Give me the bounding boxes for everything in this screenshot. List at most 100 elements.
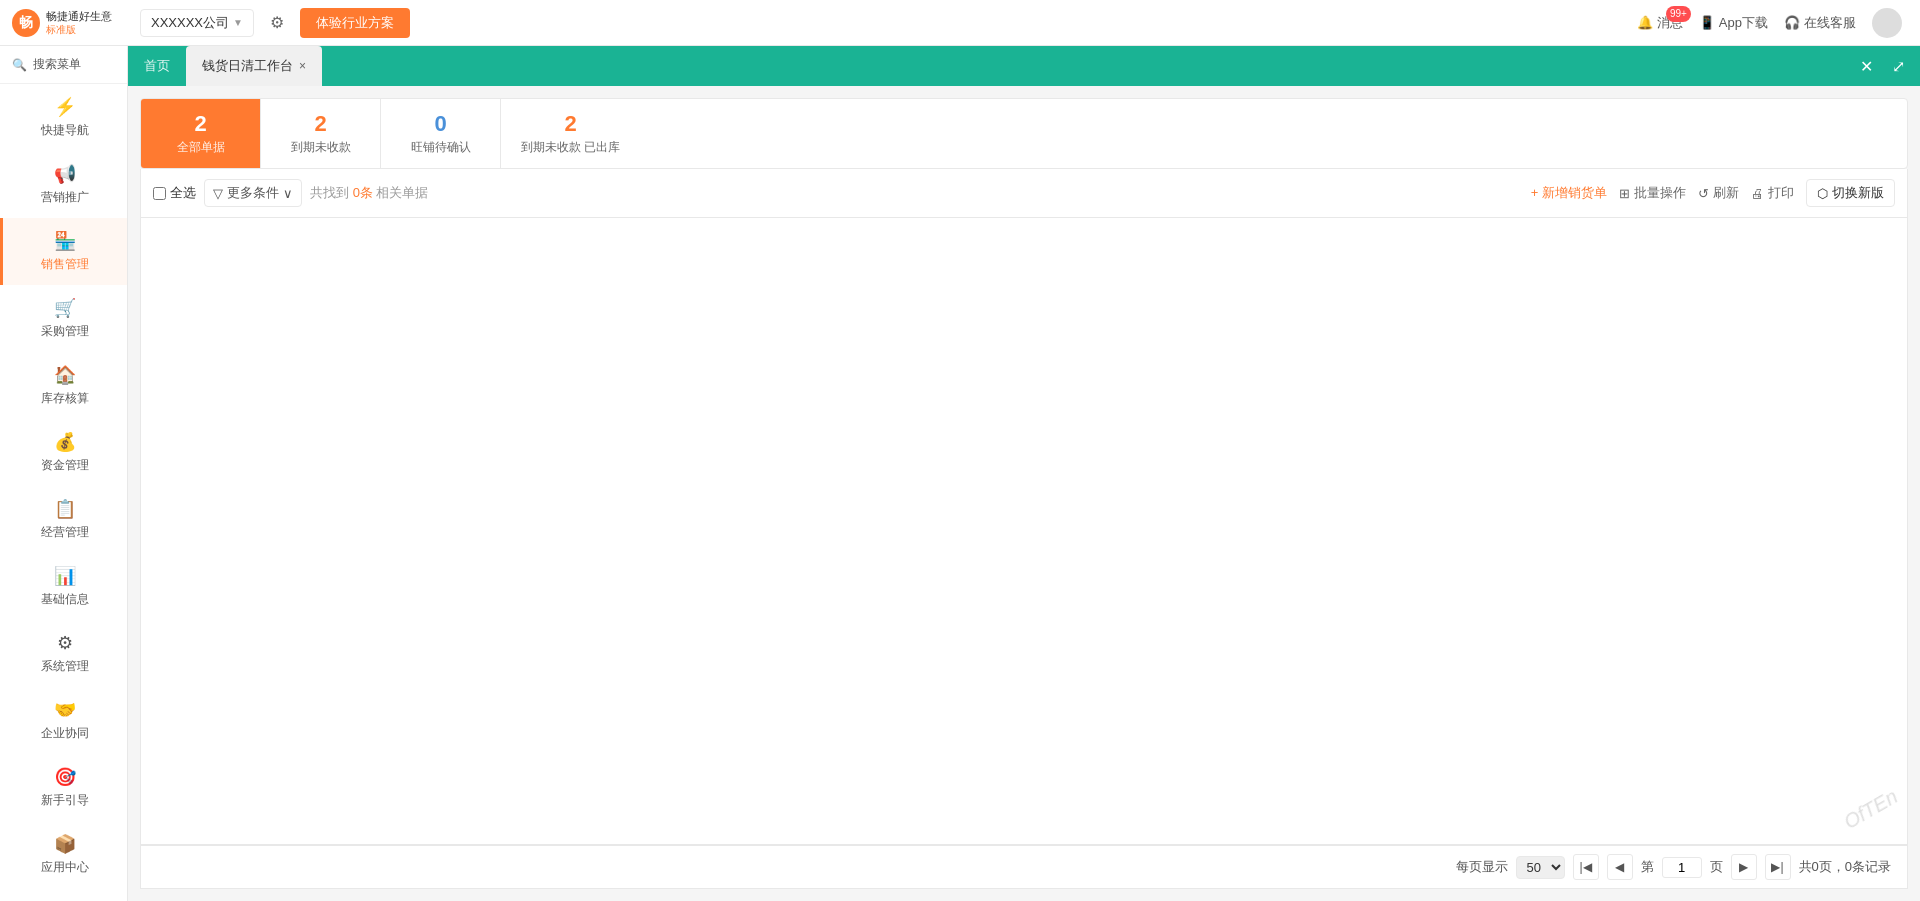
finance-label: 资金管理 xyxy=(41,457,89,474)
sidebar-item-marketing[interactable]: 📢 营销推广 xyxy=(0,151,127,218)
tab-home-label: 首页 xyxy=(144,57,170,75)
sales-icon: 🏪 xyxy=(54,230,76,252)
batch-operation-btn[interactable]: ⊞ 批量操作 xyxy=(1619,184,1686,202)
page-suffix: 页 xyxy=(1710,858,1723,876)
page-input[interactable] xyxy=(1662,857,1702,878)
stat-label-pending: 旺铺待确认 xyxy=(401,139,480,156)
stats-tabs: 2 全部单据 2 到期未收款 0 旺铺待确认 2 到期未收款 已出库 xyxy=(140,98,1908,169)
company-name: XXXXXX公司 xyxy=(151,14,229,32)
sidebar-item-operation[interactable]: 📋 经营管理 xyxy=(0,486,127,553)
inventory-label: 库存核算 xyxy=(41,390,89,407)
sidebar-item-basic-info[interactable]: 📊 基础信息 xyxy=(0,553,127,620)
basic-info-icon: 📊 xyxy=(54,565,76,587)
tab-expand-btn[interactable]: ⤢ xyxy=(1884,52,1912,80)
logo-area: 畅 畅捷通好生意 标准版 xyxy=(12,9,132,37)
next-page-btn[interactable]: ▶ xyxy=(1731,854,1757,880)
sidebar-item-purchase[interactable]: 🛒 采购管理 xyxy=(0,285,127,352)
stat-tab-pending[interactable]: 0 旺铺待确认 xyxy=(381,99,501,168)
apps-label: 应用中心 xyxy=(41,859,89,876)
switch-new-version-btn[interactable]: ⬡ 切换新版 xyxy=(1806,179,1895,207)
last-page-btn[interactable]: ▶| xyxy=(1765,854,1791,880)
system-label: 系统管理 xyxy=(41,658,89,675)
found-prefix: 共找到 xyxy=(310,185,349,200)
app-download-btn[interactable]: 📱 App下载 xyxy=(1699,14,1768,32)
service-icon: 🎧 xyxy=(1784,15,1800,30)
sidebar-item-wechat[interactable]: 💬 企业微信 xyxy=(0,888,127,901)
marketing-label: 营销推广 xyxy=(41,189,89,206)
page-size-select[interactable]: 50 xyxy=(1516,856,1565,879)
sidebar-item-system[interactable]: ⚙ 系统管理 xyxy=(0,620,127,687)
print-btn[interactable]: 🖨 打印 xyxy=(1751,184,1794,202)
stat-count-shipped: 2 xyxy=(521,111,620,137)
found-count: 0条 xyxy=(353,185,373,200)
print-icon: 🖨 xyxy=(1751,186,1764,201)
online-service-label: 在线客服 xyxy=(1804,14,1856,32)
select-all-checkbox[interactable]: 全选 xyxy=(153,184,196,202)
logo-icon: 畅 xyxy=(12,9,40,37)
sidebar-item-quick-nav[interactable]: ⚡ 快捷导航 xyxy=(0,84,127,151)
tab-actions: ✕ ⤢ xyxy=(1852,52,1920,80)
avatar xyxy=(1872,8,1902,38)
prev-page-btn[interactable]: ◀ xyxy=(1607,854,1633,880)
more-filter-btn[interactable]: ▽ 更多条件 ∨ xyxy=(204,179,302,207)
trial-button[interactable]: 体验行业方案 xyxy=(300,8,410,38)
messages-btn[interactable]: 🔔 消息 99+ xyxy=(1637,14,1683,32)
found-text: 共找到 0条 相关单据 xyxy=(310,184,428,202)
first-page-btn[interactable]: |◀ xyxy=(1573,854,1599,880)
dropdown-icon: ∨ xyxy=(283,186,293,201)
sidebar-item-finance[interactable]: 💰 资金管理 xyxy=(0,419,127,486)
purchase-label: 采购管理 xyxy=(41,323,89,340)
system-icon: ⚙ xyxy=(57,632,73,654)
page-content: 2 全部单据 2 到期未收款 0 旺铺待确认 2 到期未收款 已出库 xyxy=(128,86,1920,901)
tab-close-all-btn[interactable]: ✕ xyxy=(1852,52,1880,80)
logo-text: 畅捷通好生意 标准版 xyxy=(46,9,112,36)
sidebar-search[interactable]: 🔍 搜索菜单 xyxy=(0,46,127,84)
tab-bar: 首页 钱货日清工作台 × ✕ ⤢ xyxy=(128,46,1920,86)
sidebar-item-apps[interactable]: 📦 应用中心 xyxy=(0,821,127,888)
stat-label-all: 全部单据 xyxy=(161,139,240,156)
enterprise-icon: 🤝 xyxy=(54,699,76,721)
tab-work-bench[interactable]: 钱货日清工作台 × xyxy=(186,46,322,86)
filter-label: 更多条件 xyxy=(227,184,279,202)
enterprise-label: 企业协同 xyxy=(41,725,89,742)
refresh-label: 刷新 xyxy=(1713,184,1739,202)
settings-icon[interactable]: ⚙ xyxy=(262,8,292,38)
header-right: 🔔 消息 99+ 📱 App下载 🎧 在线客服 xyxy=(1637,8,1908,38)
stat-label-shipped: 到期未收款 已出库 xyxy=(521,139,620,156)
sidebar-item-guide[interactable]: 🎯 新手引导 xyxy=(0,754,127,821)
print-label: 打印 xyxy=(1768,184,1794,202)
tab-close-btn[interactable]: × xyxy=(299,59,306,73)
avatar-area[interactable] xyxy=(1872,8,1908,38)
page-prefix: 第 xyxy=(1641,858,1654,876)
quick-nav-label: 快捷导航 xyxy=(41,122,89,139)
operation-label: 经营管理 xyxy=(41,524,89,541)
sidebar-item-sales[interactable]: 🏪 销售管理 xyxy=(0,218,127,285)
toolbar-right: + 新增销货单 ⊞ 批量操作 ↺ 刷新 🖨 打印 ⬡ xyxy=(1531,179,1895,207)
pagination-bar: 每页显示 50 |◀ ◀ 第 页 ▶ ▶| 共0页，0条记录 xyxy=(140,845,1908,889)
download-icon: 📱 xyxy=(1699,15,1715,30)
sidebar-item-inventory[interactable]: 🏠 库存核算 xyxy=(0,352,127,419)
stat-label-overdue: 到期未收款 xyxy=(281,139,360,156)
main-layout: 🔍 搜索菜单 ⚡ 快捷导航 📢 营销推广 🏪 销售管理 🛒 采购管理 🏠 库存核… xyxy=(0,46,1920,901)
finance-icon: 💰 xyxy=(54,431,76,453)
select-all-input[interactable] xyxy=(153,187,166,200)
new-sales-order-btn[interactable]: + 新增销货单 xyxy=(1531,184,1607,202)
dropdown-arrow-icon: ▼ xyxy=(233,17,243,28)
search-icon: 🔍 xyxy=(12,58,27,72)
online-service-btn[interactable]: 🎧 在线客服 xyxy=(1784,14,1856,32)
basic-info-label: 基础信息 xyxy=(41,591,89,608)
sales-label: 销售管理 xyxy=(41,256,89,273)
header-left: 畅 畅捷通好生意 标准版 XXXXXX公司 ▼ ⚙ 体验行业方案 xyxy=(12,8,410,38)
stat-tab-all[interactable]: 2 全部单据 xyxy=(141,99,261,168)
app-download-label: App下载 xyxy=(1719,14,1768,32)
sidebar-item-enterprise[interactable]: 🤝 企业协同 xyxy=(0,687,127,754)
page-summary: 共0页，0条记录 xyxy=(1799,858,1891,876)
batch-label: 批量操作 xyxy=(1634,184,1686,202)
stat-tab-shipped[interactable]: 2 到期未收款 已出库 xyxy=(501,99,640,168)
refresh-btn[interactable]: ↺ 刷新 xyxy=(1698,184,1739,202)
company-selector[interactable]: XXXXXX公司 ▼ xyxy=(140,9,254,37)
tab-home[interactable]: 首页 xyxy=(128,46,186,86)
guide-icon: 🎯 xyxy=(54,766,76,788)
refresh-icon: ↺ xyxy=(1698,186,1709,201)
stat-tab-overdue[interactable]: 2 到期未收款 xyxy=(261,99,381,168)
